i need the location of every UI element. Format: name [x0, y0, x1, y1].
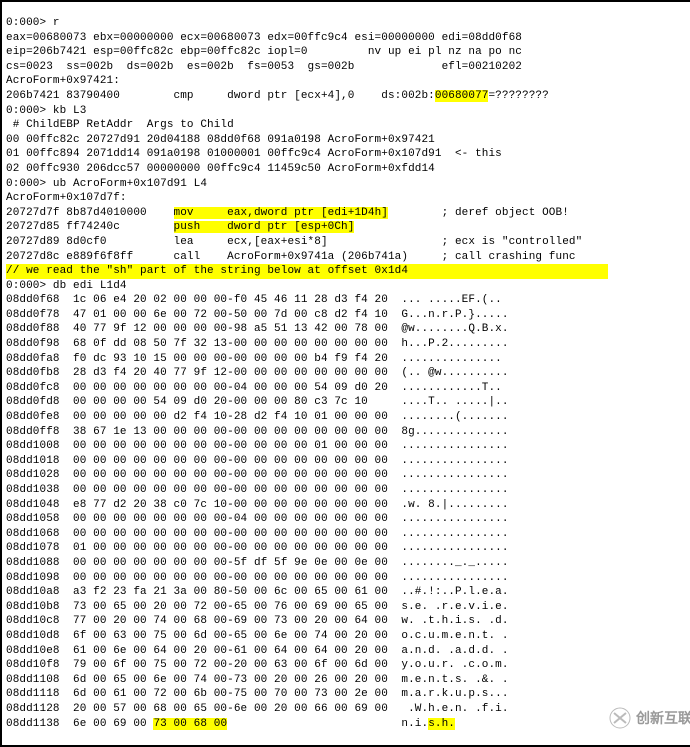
- hex-row: 08dd1098 00 00 00 00 00 00 00 00-00 00 0…: [6, 571, 688, 586]
- last-row-hex-highlight: 73 00 68 00: [153, 718, 227, 730]
- cmd-ub: 0:000> ub AcroForm+0x107d91 L4: [6, 177, 688, 192]
- registers-line: eip=206b7421 esp=00ffc82c ebp=00ffc82c i…: [6, 45, 688, 60]
- disasm-line: 20727d89 8d0cf0 lea ecx,[eax+esi*8] ; ec…: [6, 235, 688, 250]
- hex-row: 08dd0fc8 00 00 00 00 00 00 00 00-04 00 0…: [6, 381, 688, 396]
- hex-row: 08dd1048 e8 77 d2 20 38 c0 7c 10-00 00 0…: [6, 498, 688, 513]
- watermark-logo: 创新互联: [608, 706, 690, 730]
- hex-row: 08dd0fd8 00 00 00 00 54 09 d0 20-00 00 0…: [6, 395, 688, 410]
- hex-row: 08dd0fa8 f0 dc 93 10 15 00 00 00-00 00 0…: [6, 352, 688, 367]
- hex-row: 08dd10f8 79 00 6f 00 75 00 72 00-20 00 6…: [6, 658, 688, 673]
- hex-row: 08dd1128 20 00 57 00 68 00 65 00-6e 00 2…: [6, 702, 688, 717]
- hex-row: 08dd10d8 6f 00 63 00 75 00 6d 00-65 00 6…: [6, 629, 688, 644]
- debugger-output: 0:000> reax=00680073 ebx=00000000 ecx=00…: [2, 13, 690, 734]
- hex-row: 08dd1108 6d 00 65 00 6e 00 74 00-73 00 2…: [6, 673, 688, 688]
- hex-row: 08dd0fe8 00 00 00 00 00 d2 f4 10-28 d2 f…: [6, 410, 688, 425]
- hex-row: 08dd0fb8 28 d3 f4 20 40 77 9f 12-00 00 0…: [6, 366, 688, 381]
- hex-row: 08dd0f68 1c 06 e4 20 02 00 00 00-f0 45 4…: [6, 293, 688, 308]
- hex-row: 08dd0f78 47 01 00 00 6e 00 72 00-50 00 7…: [6, 308, 688, 323]
- hex-row-last: 08dd1138 6e 00 69 00 73 00 68 00 n.i.s.h…: [6, 717, 688, 732]
- ub-header: AcroForm+0x107d7f:: [6, 191, 688, 206]
- comment-bar: // we read the "sh" part of the string b…: [6, 264, 608, 279]
- hex-row: 08dd1058 00 00 00 00 00 00 00 00-04 00 0…: [6, 512, 688, 527]
- crash-instruction: 206b7421 83790400 cmp dword ptr [ecx+4],…: [6, 89, 688, 104]
- hex-row: 08dd0f88 40 77 9f 12 00 00 00 00-98 a5 5…: [6, 322, 688, 337]
- hex-row: 08dd1078 01 00 00 00 00 00 00 00-00 00 0…: [6, 541, 688, 556]
- registers-line: cs=0023 ss=002b ds=002b es=002b fs=0053 …: [6, 60, 688, 75]
- hex-row: 08dd1088 00 00 00 00 00 00 00 00-5f df 5…: [6, 556, 688, 571]
- hex-row: 08dd1038 00 00 00 00 00 00 00 00-00 00 0…: [6, 483, 688, 498]
- hex-row: 08dd10c8 77 00 20 00 74 00 68 00-69 00 7…: [6, 614, 688, 629]
- last-row-ascii-highlight: s.h.: [428, 718, 455, 730]
- disasm-line: 20727d8c e889f6f8ff call AcroForm+0x9741…: [6, 250, 688, 265]
- watermark-text: 创新互联: [636, 708, 690, 728]
- hex-row: 08dd0ff8 38 67 1e 13 00 00 00 00-00 00 0…: [6, 425, 688, 440]
- hex-row: 08dd1018 00 00 00 00 00 00 00 00-00 00 0…: [6, 454, 688, 469]
- crash-address-highlight: 00680077: [435, 90, 489, 102]
- stack-frame: 02 00ffc930 206dcc57 00000000 00ffc9c4 1…: [6, 162, 688, 177]
- hex-row: 08dd10e8 61 00 6e 00 64 00 20 00-61 00 6…: [6, 644, 688, 659]
- symbol-line: AcroForm+0x97421:: [6, 74, 688, 89]
- hex-row: 08dd1118 6d 00 61 00 72 00 6b 00-75 00 7…: [6, 687, 688, 702]
- hex-row: 08dd1028 00 00 00 00 00 00 00 00-00 00 0…: [6, 468, 688, 483]
- watermark-icon: [608, 706, 632, 730]
- cmd-db: 0:000> db edi L1d4: [6, 279, 688, 294]
- stack-header: # ChildEBP RetAddr Args to Child: [6, 118, 688, 133]
- cmd-r: 0:000> r: [6, 16, 688, 31]
- hex-row: 08dd0f98 68 0f dd 08 50 7f 32 13-00 00 0…: [6, 337, 688, 352]
- cmd-kb: 0:000> kb L3: [6, 104, 688, 119]
- hex-row: 08dd10b8 73 00 65 00 20 00 72 00-65 00 7…: [6, 600, 688, 615]
- disasm-line: 20727d7f 8b87d4010000 mov eax,dword ptr …: [6, 206, 688, 221]
- disasm-highlight: push dword ptr [esp+0Ch]: [174, 221, 355, 233]
- comment-text: // we read the "sh" part of the string b…: [6, 265, 408, 277]
- disasm-highlight: mov eax,dword ptr [edi+1D4h]: [174, 207, 388, 219]
- registers-line: eax=00680073 ebx=00000000 ecx=00680073 e…: [6, 31, 688, 46]
- stack-frame: 00 00ffc82c 20727d91 20d04188 08dd0f68 0…: [6, 133, 688, 148]
- hex-row: 08dd1008 00 00 00 00 00 00 00 00-00 00 0…: [6, 439, 688, 454]
- disasm-line: 20727d85 ff74240c push dword ptr [esp+0C…: [6, 220, 688, 235]
- hex-row: 08dd10a8 a3 f2 23 fa 21 3a 00 80-50 00 6…: [6, 585, 688, 600]
- hex-row: 08dd1068 00 00 00 00 00 00 00 00-00 00 0…: [6, 527, 688, 542]
- stack-frame: 01 00ffc894 2071dd14 091a0198 01000001 0…: [6, 147, 688, 162]
